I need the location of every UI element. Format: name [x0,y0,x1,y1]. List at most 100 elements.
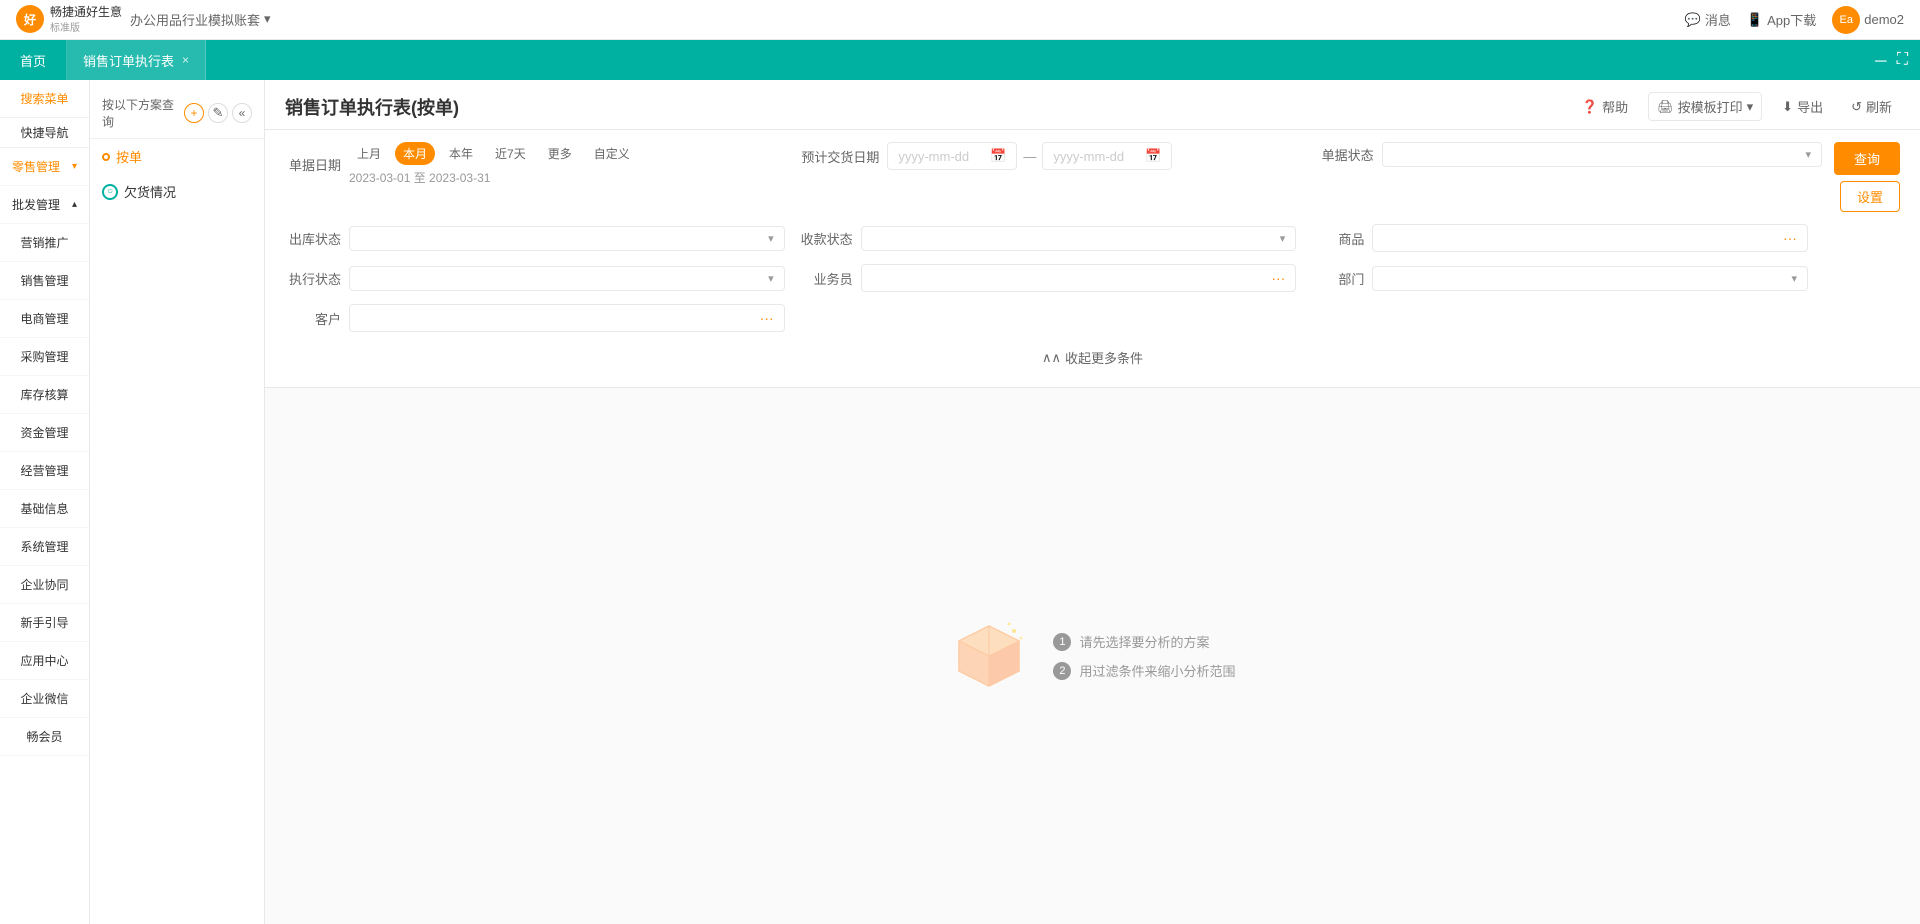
sidebar-item-apps[interactable]: 应用中心 [0,642,89,680]
sidebar-sales-label: 销售管理 [20,272,68,289]
doc-status-arrow-icon: ▾ [1805,148,1811,161]
tab-fullscreen-icon[interactable]: ⛶ [1897,51,1908,69]
sidebar-item-basic[interactable]: 基础信息 [0,490,89,528]
sidebar-item-finance[interactable]: 资金管理 [0,414,89,452]
out-status-select[interactable]: ▾ [349,226,785,251]
setting-btn[interactable]: 设置 [1840,181,1900,212]
collapse-row: ∧∧ 收起更多条件 [285,336,1900,375]
forecast-date-range: yyyy-mm-dd 📅 — yyyy-mm-dd 📅 [887,142,1172,170]
product-input[interactable]: ··· [1372,224,1808,252]
sidebar-operation-label: 经营管理 [20,462,68,479]
out-status-arrow-icon: ▾ [768,232,774,245]
forecast-date-end[interactable]: yyyy-mm-dd 📅 [1042,142,1172,170]
export-label: 导出 [1797,97,1823,116]
tab-bar-right: － ⛶ [1873,48,1920,72]
edit-scheme-btn[interactable]: ✎ [208,103,228,123]
sidebar-item-retail[interactable]: 零售管理 ▾ [0,148,89,186]
filter-group-docstatus: 单据状态 ▾ [1318,142,1822,167]
refresh-btn[interactable]: ↺ 刷新 [1843,93,1900,120]
sidebar-item-sales[interactable]: 销售管理 [0,262,89,300]
header-right: 💬 消息 📱 App下载 Ea demo2 [1685,6,1904,34]
left-nav-shortage-label: 欠货情况 [124,182,176,201]
print-btn[interactable]: 🖨 按模板打印 ▾ [1648,92,1762,121]
sidebar-item-purchase[interactable]: 采购管理 [0,338,89,376]
collapse-btn[interactable]: ∧∧ 收起更多条件 [1030,344,1155,371]
quick-date-custom[interactable]: 自定义 [586,142,638,165]
left-nav-item-order[interactable]: 按单 [90,139,264,174]
doc-status-label: 单据状态 [1318,145,1374,164]
filter-group-execstatus: 执行状态 ▾ [285,266,785,291]
doc-status-select[interactable]: ▾ [1382,142,1822,167]
sidebar-item-ecommerce[interactable]: 电商管理 [0,300,89,338]
receipt-status-arrow-icon: ▾ [1280,232,1286,245]
sidebar-ecommerce-label: 电商管理 [20,310,68,327]
logo-text: 畅捷通好生意 [50,5,122,19]
tab-active[interactable]: 销售订单执行表 × [67,40,206,80]
sidebar-finance-label: 资金管理 [20,424,68,441]
filter-group-forecast: 预计交货日期 yyyy-mm-dd 📅 — yyyy-mm-dd 📅 [801,142,1305,170]
sidebar-item-wechat[interactable]: 企业微信 [0,680,89,718]
dept-select[interactable]: ▾ [1372,266,1808,291]
sidebar-nav[interactable]: 快捷导航 [0,118,89,148]
print-arrow-icon: ▾ [1747,99,1754,115]
add-scheme-btn[interactable]: + [184,103,204,123]
customer-label: 客户 [285,309,341,328]
page-header: 销售订单执行表(按单) ❓ 帮助 🖨 按模板打印 ▾ ⬇ 导出 [265,80,1920,130]
dept-arrow-icon: ▾ [1791,272,1797,285]
logo-text-area: 畅捷通好生意 标准版 [50,5,122,34]
exec-status-select[interactable]: ▾ [349,266,785,291]
sidebar-item-wholesale[interactable]: 批发管理 ▴ [0,186,89,224]
sidebar-system-label: 系统管理 [20,538,68,555]
customer-input[interactable]: ··· [349,304,785,332]
customer-more-icon[interactable]: ··· [760,310,774,326]
tab-close-icon[interactable]: × [182,53,189,67]
sidebar-item-inventory[interactable]: 库存核算 [0,376,89,414]
filter-area: 单据日期 上月 本月 本年 近7天 更多 自定义 [265,130,1920,388]
salesman-input[interactable]: ··· [861,264,1297,292]
product-more-icon[interactable]: ··· [1783,230,1797,246]
receipt-status-select[interactable]: ▾ [861,226,1297,251]
sidebar-inventory-label: 库存核算 [20,386,68,403]
print-icon: 🖨 [1657,99,1674,115]
app-download-label: App下载 [1767,10,1816,29]
export-icon: ⬇ [1782,99,1793,115]
sidebar-item-system[interactable]: 系统管理 [0,528,89,566]
quick-dates: 上月 本月 本年 近7天 更多 自定义 [349,142,638,165]
tab-minimize-icon[interactable]: － [1873,48,1889,72]
page-actions: ❓ 帮助 🖨 按模板打印 ▾ ⬇ 导出 ↺ 刷新 [1574,92,1900,121]
sidebar-item-member[interactable]: 畅会员 [0,718,89,756]
sidebar-item-cooperation[interactable]: 企业协同 [0,566,89,604]
empty-icon [949,616,1029,696]
forecast-date-start[interactable]: yyyy-mm-dd 📅 [887,142,1017,170]
message-btn[interactable]: 💬 消息 [1685,10,1731,29]
filter-group-receiptstatus: 收款状态 ▾ [797,226,1297,251]
collapse-panel-btn[interactable]: « [232,103,252,123]
print-label: 按模板打印 [1678,97,1743,116]
sidebar-purchase-label: 采购管理 [20,348,68,365]
left-nav-order-label: 按单 [116,147,142,166]
quick-date-more[interactable]: 更多 [540,142,580,165]
refresh-label: 刷新 [1866,97,1892,116]
app-download-btn[interactable]: 📱 App下载 [1747,10,1816,29]
quick-date-this-year[interactable]: 本年 [441,142,481,165]
logo-icon: 好 [16,5,44,33]
export-btn[interactable]: ⬇ 导出 [1774,93,1831,120]
help-btn[interactable]: ❓ 帮助 [1574,93,1636,120]
sidebar-wechat-label: 企业微信 [20,690,68,707]
left-nav-item-shortage[interactable]: ○ 欠货情况 [90,174,264,209]
query-btn[interactable]: 查询 [1834,142,1900,175]
sidebar-search[interactable]: 搜索菜单 [0,80,89,118]
sidebar-item-guide[interactable]: 新手引导 [0,604,89,642]
salesman-more-icon[interactable]: ··· [1271,270,1285,286]
user-area[interactable]: Ea demo2 [1832,6,1904,34]
tab-home[interactable]: 首页 [0,40,67,80]
sidebar-item-marketing[interactable]: 营销推广 [0,224,89,262]
header-title-arrow-icon: ▾ [264,11,271,27]
order-dot-icon [102,153,110,161]
empty-step-2: 2 用过滤条件来缩小分析范围 [1053,661,1235,680]
quick-date-last-month[interactable]: 上月 [349,142,389,165]
tab-bar: 首页 销售订单执行表 × － ⛶ [0,40,1920,80]
quick-date-this-month[interactable]: 本月 [395,142,435,165]
sidebar-item-operation[interactable]: 经营管理 [0,452,89,490]
quick-date-7days[interactable]: 近7天 [487,142,534,165]
